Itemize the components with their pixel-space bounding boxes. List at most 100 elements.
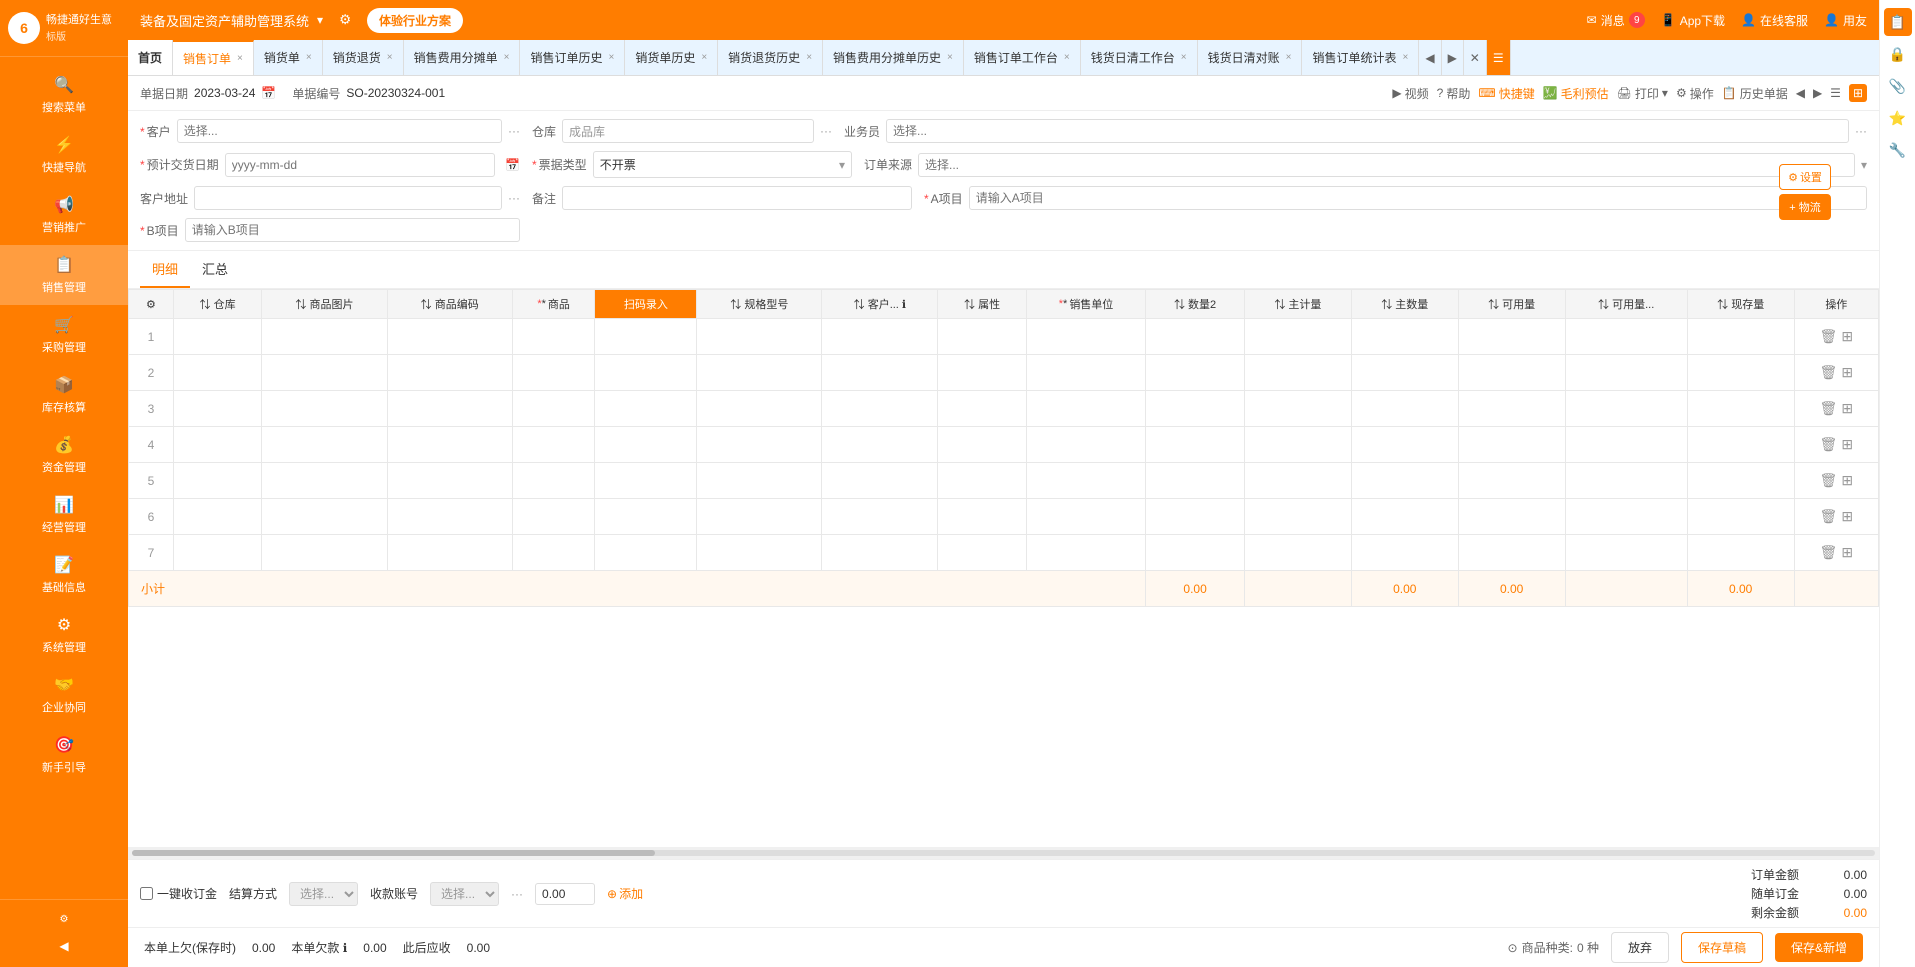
cell-warehouse[interactable] [173,535,262,571]
rp-btn-1[interactable]: 📋 [1884,8,1912,36]
cell-unit[interactable] [1026,499,1145,535]
delete-row-btn[interactable]: 🗑 [1820,400,1838,417]
cell-customer-code[interactable] [822,427,938,463]
cell-main-unit[interactable] [1244,391,1351,427]
customer-input[interactable] [177,119,502,143]
cell-available[interactable] [1458,499,1565,535]
address-more-icon[interactable]: ··· [508,191,520,205]
tab-close-icon[interactable]: × [504,52,510,63]
cell-code[interactable] [387,319,512,355]
calendar-icon[interactable]: 📅 [261,86,276,100]
shortcut-btn[interactable]: ⌨ 快捷键 [1478,85,1534,102]
cell-main-unit[interactable] [1244,463,1351,499]
cell-available2[interactable] [1565,391,1687,427]
cell-customer-code[interactable] [822,355,938,391]
cell-image[interactable] [262,463,387,499]
cell-main-unit[interactable] [1244,319,1351,355]
delete-row-btn[interactable]: 🗑 [1820,544,1838,561]
sidebar-item-basic[interactable]: 📝 基础信息 [0,545,128,605]
horizontal-scrollbar[interactable] [128,847,1879,859]
delete-row-btn[interactable]: 🗑 [1820,364,1838,381]
cell-main-unit[interactable] [1244,427,1351,463]
cell-scan[interactable] [595,319,697,355]
grid-view-btn[interactable]: ⊞ [1849,84,1867,102]
cell-stock[interactable] [1687,391,1794,427]
cell-main-qty[interactable] [1351,427,1458,463]
sidebar-item-finance[interactable]: 💰 资金管理 [0,425,128,485]
col-spec[interactable]: ⇅ 规格型号 [697,290,822,319]
cell-unit[interactable] [1026,391,1145,427]
cell-qty2[interactable] [1146,463,1245,499]
cell-available2[interactable] [1565,499,1687,535]
salesperson-more-icon[interactable]: ··· [1855,124,1867,138]
tab-order-history[interactable]: 销售订单历史 × [520,40,625,76]
discard-btn[interactable]: 放弃 [1611,932,1669,963]
col-qty2[interactable]: ⇅ 数量2 [1146,290,1245,319]
print-btn[interactable]: 🖨 打印 ▾ [1617,85,1668,102]
cell-main-qty[interactable] [1351,463,1458,499]
rp-btn-2[interactable]: 🔒 [1884,40,1912,68]
cell-warehouse[interactable] [173,391,262,427]
a-project-input[interactable] [969,186,1867,210]
copy-row-btn[interactable]: ⊞ [1841,364,1853,381]
cell-code[interactable] [387,427,512,463]
b-project-input[interactable] [185,218,520,242]
cell-image[interactable] [262,535,387,571]
cell-attributes[interactable] [938,319,1027,355]
cell-qty2[interactable] [1146,499,1245,535]
sidebar-item-marketing[interactable]: 📢 营销推广 [0,185,128,245]
sidebar-item-operations[interactable]: 📊 经营管理 [0,485,128,545]
tab-close-icon[interactable]: × [1286,52,1292,63]
add-product-btn[interactable]: + 物流 [1779,194,1831,220]
tab-close-icon[interactable]: × [947,52,953,63]
cell-available2[interactable] [1565,535,1687,571]
tab-return-history[interactable]: 销货退货历史 × [718,40,823,76]
copy-row-btn[interactable]: ⊞ [1841,508,1853,525]
cell-code[interactable] [387,499,512,535]
cell-customer-code[interactable] [822,463,938,499]
tab-order-workbench[interactable]: 销售订单工作台 × [964,40,1081,76]
save-new-btn[interactable]: 保存&新增 [1775,933,1863,962]
remarks-input[interactable] [562,186,912,210]
user-btn[interactable]: 👤 用友 [1824,12,1867,29]
cell-product[interactable] [512,391,595,427]
sidebar-item-collaboration[interactable]: 🤝 企业协同 [0,665,128,725]
cell-unit[interactable] [1026,535,1145,571]
warehouse-input[interactable] [562,119,814,143]
nav-next-btn[interactable]: ▶ [1813,86,1822,100]
sidebar-collapse-btn[interactable]: ◀ [53,933,74,959]
rp-btn-4[interactable]: ⭐ [1884,104,1912,132]
sidebar-item-search[interactable]: 🔍 搜索菜单 [0,65,128,125]
cell-image[interactable] [262,319,387,355]
cell-available[interactable] [1458,427,1565,463]
col-attributes[interactable]: ⇅ 属性 [938,290,1027,319]
cell-code[interactable] [387,355,512,391]
nav-prev-btn[interactable]: ◀ [1796,86,1805,100]
cell-scan[interactable] [595,463,697,499]
tab-home[interactable]: 首页 [128,40,173,76]
tab-close-icon[interactable]: × [306,52,312,63]
tab-close-icon[interactable]: × [387,52,393,63]
salesperson-input[interactable] [886,119,1849,143]
cell-attributes[interactable] [938,355,1027,391]
cell-warehouse[interactable] [173,499,262,535]
cell-main-qty[interactable] [1351,319,1458,355]
sidebar-item-inventory[interactable]: 📦 库存核算 [0,365,128,425]
rp-btn-5[interactable]: 🔧 [1884,136,1912,164]
tab-cash-daily[interactable]: 钱货日清工作台 × [1081,40,1198,76]
cell-image[interactable] [262,499,387,535]
cell-image[interactable] [262,391,387,427]
tab-cash-reconcile[interactable]: 钱货日清对账 × [1198,40,1303,76]
col-stock[interactable]: ⇅ 现存量 [1687,290,1794,319]
cell-image[interactable] [262,427,387,463]
cell-stock[interactable] [1687,499,1794,535]
tab-close-icon[interactable]: × [701,52,707,63]
cell-attributes[interactable] [938,391,1027,427]
profit-btn[interactable]: 💹 毛利预估 [1543,85,1609,102]
cell-warehouse[interactable] [173,427,262,463]
cell-main-qty[interactable] [1351,499,1458,535]
cell-spec[interactable] [697,535,822,571]
help-btn[interactable]: ? 帮助 [1437,85,1471,102]
cell-code[interactable] [387,535,512,571]
sidebar-item-system[interactable]: ⚙ 系统管理 [0,605,128,665]
